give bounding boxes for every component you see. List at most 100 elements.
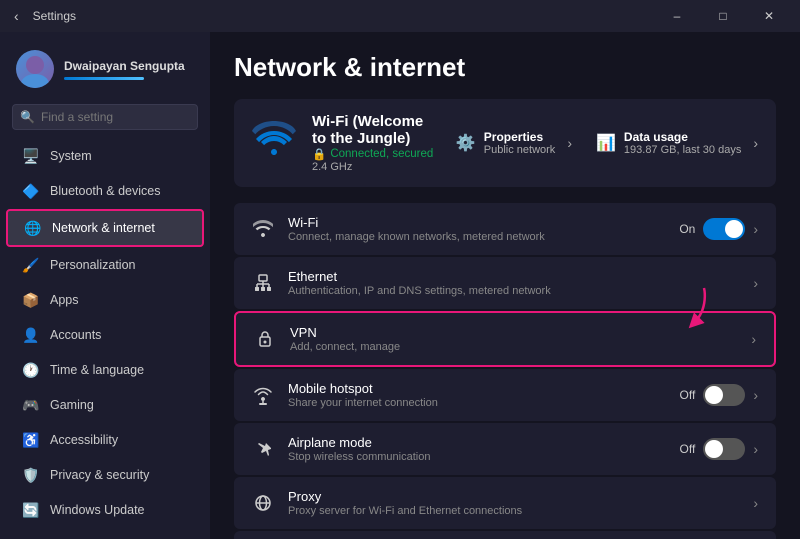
airplane-toggle[interactable] — [703, 438, 745, 460]
time-icon: 🕐 — [22, 361, 40, 379]
titlebar-controls: – □ ✕ — [654, 0, 792, 32]
user-profile[interactable]: Dwaipayan Sengupta — [0, 40, 210, 104]
titlebar: ‹ Settings – □ ✕ — [0, 0, 800, 32]
data-usage-chevron: › — [753, 135, 758, 151]
maximize-button[interactable]: □ — [700, 0, 746, 32]
settings-list: Wi-Fi Connect, manage known networks, me… — [234, 203, 776, 539]
ethernet-chevron: › — [753, 275, 758, 291]
accounts-icon: 👤 — [22, 326, 40, 344]
sidebar-nav: 🖥️ System 🔷 Bluetooth & devices 🌐 Networ… — [0, 138, 210, 528]
sidebar-item-label: Network & internet — [52, 221, 155, 235]
sidebar-item-label: Apps — [50, 293, 79, 307]
setting-row-ethernet[interactable]: Ethernet Authentication, IP and DNS sett… — [234, 257, 776, 309]
sidebar-item-system[interactable]: 🖥️ System — [6, 139, 204, 173]
sidebar-item-label: Windows Update — [50, 503, 145, 517]
hotspot-controls: Off › — [680, 384, 758, 406]
accessibility-icon: ♿ — [22, 431, 40, 449]
sidebar-item-label: Accounts — [50, 328, 101, 342]
wifi-toggle[interactable] — [703, 218, 745, 240]
back-button[interactable]: ‹ — [8, 4, 25, 28]
ethernet-icon — [252, 272, 274, 294]
airplane-icon — [252, 438, 274, 460]
page-title: Network & internet — [234, 52, 776, 83]
setting-ethernet-text: Ethernet Authentication, IP and DNS sett… — [288, 269, 739, 297]
setting-vpn-text: VPN Add, connect, manage — [290, 325, 737, 353]
network-icon: 🌐 — [24, 219, 42, 237]
wifi-network-name: Wi-Fi (Welcome to the Jungle) — [312, 113, 440, 147]
titlebar-title: Settings — [33, 9, 76, 23]
wifi-controls: On › — [679, 218, 758, 240]
wifi-banner[interactable]: Wi-Fi (Welcome to the Jungle) 🔒 Connecte… — [234, 99, 776, 187]
setting-row-wifi[interactable]: Wi-Fi Connect, manage known networks, me… — [234, 203, 776, 255]
setting-row-hotspot[interactable]: Mobile hotspot Share your internet conne… — [234, 369, 776, 421]
sidebar-item-apps[interactable]: 📦 Apps — [6, 283, 204, 317]
proxy-icon — [252, 492, 274, 514]
properties-text: Properties Public network — [484, 130, 556, 156]
sidebar-item-label: Time & language — [50, 363, 144, 377]
wifi-frequency: 2.4 GHz — [312, 161, 440, 173]
sidebar-item-label: Bluetooth & devices — [50, 184, 161, 198]
search-icon: 🔍 — [20, 110, 35, 124]
sidebar-item-label: System — [50, 149, 92, 163]
ethernet-controls: › — [753, 275, 758, 291]
properties-chevron: › — [567, 135, 572, 151]
airplane-chevron: › — [753, 441, 758, 457]
wifi-status-dot: 🔒 — [312, 147, 326, 161]
sidebar-item-gaming[interactable]: 🎮 Gaming — [6, 388, 204, 422]
setting-airplane-text: Airplane mode Stop wireless communicatio… — [288, 435, 666, 463]
user-name: Dwaipayan Sengupta — [64, 58, 185, 75]
search-input[interactable] — [12, 104, 198, 130]
sidebar-item-network[interactable]: 🌐 Network & internet — [6, 209, 204, 247]
data-usage-prop[interactable]: 📊 Data usage 193.87 GB, last 30 days › — [596, 130, 758, 156]
wifi-chevron: › — [753, 221, 758, 237]
properties-icon: ⚙️ — [456, 133, 476, 153]
personalization-icon: 🖌️ — [22, 256, 40, 274]
sidebar-item-privacy[interactable]: 🛡️ Privacy & security — [6, 458, 204, 492]
sidebar: Dwaipayan Sengupta 🔍 🖥️ System 🔷 Bluetoo… — [0, 32, 210, 539]
proxy-controls: › — [753, 495, 758, 511]
sidebar-item-bluetooth[interactable]: 🔷 Bluetooth & devices — [6, 174, 204, 208]
setting-row-vpn[interactable]: VPN Add, connect, manage › — [234, 311, 776, 367]
data-usage-icon: 📊 — [596, 133, 616, 153]
content-area: Network & internet Wi-Fi (Welcome to the… — [210, 32, 800, 539]
user-info: Dwaipayan Sengupta — [64, 58, 185, 81]
sidebar-item-accessibility[interactable]: ♿ Accessibility — [6, 423, 204, 457]
close-button[interactable]: ✕ — [746, 0, 792, 32]
apps-icon: 📦 — [22, 291, 40, 309]
hotspot-toggle[interactable] — [703, 384, 745, 406]
setting-row-airplane[interactable]: Airplane mode Stop wireless communicatio… — [234, 423, 776, 475]
system-icon: 🖥️ — [22, 147, 40, 165]
sidebar-item-personalization[interactable]: 🖌️ Personalization — [6, 248, 204, 282]
vpn-icon — [254, 328, 276, 350]
sidebar-item-label: Personalization — [50, 258, 135, 272]
airplane-status-text: Off — [680, 442, 696, 456]
setting-wifi-text: Wi-Fi Connect, manage known networks, me… — [288, 215, 665, 243]
wifi-large-icon — [252, 121, 296, 166]
app-body: Dwaipayan Sengupta 🔍 🖥️ System 🔷 Bluetoo… — [0, 32, 800, 539]
privacy-icon: 🛡️ — [22, 466, 40, 484]
hotspot-icon — [252, 384, 274, 406]
vpn-controls: › — [751, 331, 756, 347]
sidebar-item-time[interactable]: 🕐 Time & language — [6, 353, 204, 387]
proxy-chevron: › — [753, 495, 758, 511]
wifi-icon — [252, 218, 274, 240]
hotspot-status-text: Off — [680, 388, 696, 402]
minimize-button[interactable]: – — [654, 0, 700, 32]
search-box: 🔍 — [12, 104, 198, 130]
setting-row-proxy[interactable]: Proxy Proxy server for Wi-Fi and Etherne… — [234, 477, 776, 529]
setting-row-dialup[interactable]: Dial-up Set up a dial-up internet connec… — [234, 531, 776, 539]
wifi-status-text: On — [679, 222, 695, 236]
airplane-controls: Off › — [680, 438, 758, 460]
user-bar — [64, 77, 144, 80]
titlebar-left: ‹ Settings — [8, 4, 76, 28]
banner-properties: ⚙️ Properties Public network › 📊 Data us… — [456, 130, 758, 156]
avatar — [16, 50, 54, 88]
properties-prop[interactable]: ⚙️ Properties Public network › — [456, 130, 572, 156]
sidebar-item-label: Privacy & security — [50, 468, 149, 482]
sidebar-item-accounts[interactable]: 👤 Accounts — [6, 318, 204, 352]
hotspot-chevron: › — [753, 387, 758, 403]
sidebar-item-label: Gaming — [50, 398, 94, 412]
wifi-status: 🔒 Connected, secured — [312, 147, 440, 161]
vpn-chevron: › — [751, 331, 756, 347]
sidebar-item-update[interactable]: 🔄 Windows Update — [6, 493, 204, 527]
